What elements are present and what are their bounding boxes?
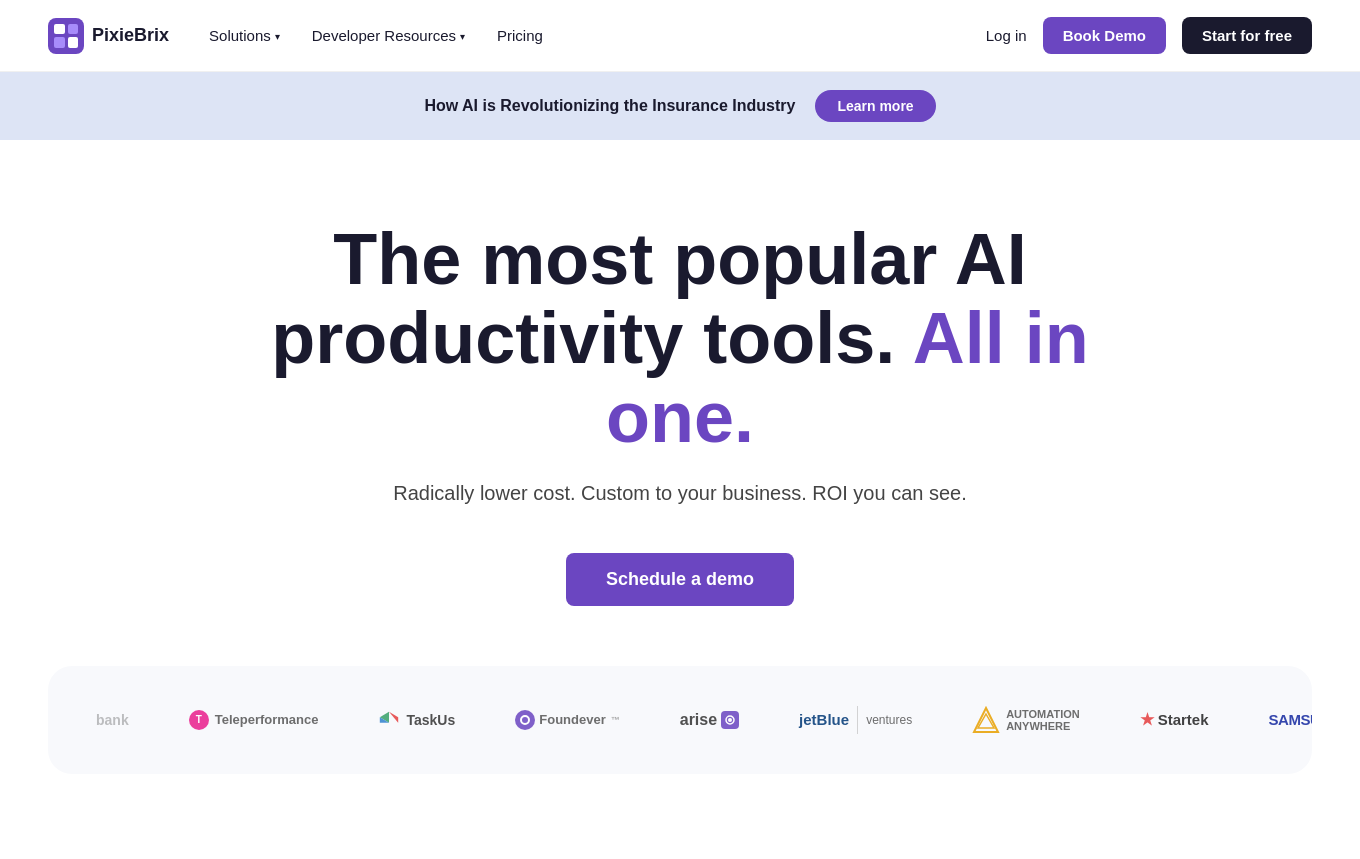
- learn-more-button[interactable]: Learn more: [815, 90, 935, 122]
- list-item: Foundever ™: [515, 710, 619, 730]
- chevron-down-icon: ▾: [275, 31, 280, 42]
- logo-dot-4: [68, 37, 79, 48]
- navbar: PixieBrix Solutions ▾ Developer Resource…: [0, 0, 1360, 72]
- hero-title: The most popular AI productivity tools. …: [230, 220, 1130, 458]
- svg-point-3: [521, 716, 529, 724]
- list-item: TaskUs: [378, 709, 455, 731]
- list-item: T Teleperformance: [189, 710, 319, 730]
- logo-text: PixieBrix: [92, 25, 169, 46]
- list-item: bank: [96, 712, 129, 728]
- logo-dot-2: [68, 24, 79, 35]
- nav-pricing[interactable]: Pricing: [497, 27, 543, 44]
- startek-label: Startek: [1158, 711, 1209, 728]
- svg-point-5: [728, 718, 732, 722]
- book-demo-button[interactable]: Book Demo: [1043, 17, 1166, 54]
- logos-track: bank T Teleperformance TaskUs: [96, 706, 1264, 734]
- chevron-down-icon-2: ▾: [460, 31, 465, 42]
- automation-anywhere-label: AUTOMATIONANYWHERE: [1006, 708, 1080, 732]
- taskus-label: TaskUs: [406, 712, 455, 728]
- logo-dot-3: [54, 37, 65, 48]
- foundever-label: Foundever: [539, 712, 605, 727]
- foundever-icon: [515, 710, 535, 730]
- list-item: arise: [680, 711, 739, 729]
- list-item: ★ Startek: [1140, 710, 1209, 729]
- list-item: AUTOMATIONANYWHERE: [972, 706, 1080, 734]
- login-button[interactable]: Log in: [986, 27, 1027, 44]
- startek-star-icon: ★: [1140, 710, 1154, 729]
- arise-label: arise: [680, 711, 717, 729]
- nav-left: PixieBrix Solutions ▾ Developer Resource…: [48, 18, 543, 54]
- list-item: jetBlue ventures: [799, 706, 912, 734]
- start-free-button[interactable]: Start for free: [1182, 17, 1312, 54]
- jetblue-ventures-label: ventures: [866, 713, 912, 727]
- samsung-label: SAMSUNG: [1269, 711, 1312, 728]
- nav-right: Log in Book Demo Start for free: [986, 17, 1312, 54]
- svg-marker-0: [389, 711, 398, 722]
- nav-developer-resources[interactable]: Developer Resources ▾: [312, 27, 465, 44]
- announcement-banner: How AI is Revolutionizing the Insurance …: [0, 72, 1360, 140]
- logo[interactable]: PixieBrix: [48, 18, 169, 54]
- logo-dot-1: [54, 24, 65, 35]
- nav-solutions[interactable]: Solutions ▾: [209, 27, 280, 44]
- taskus-icon: [378, 709, 400, 731]
- logo-icon: [48, 18, 84, 54]
- arise-icon: [721, 711, 739, 729]
- jetblue-label: jetBlue: [799, 711, 849, 728]
- hero-section: The most popular AI productivity tools. …: [0, 140, 1360, 666]
- logos-section: bank T Teleperformance TaskUs: [48, 666, 1312, 774]
- schedule-demo-button[interactable]: Schedule a demo: [566, 553, 794, 606]
- teleperformance-icon: T: [189, 710, 209, 730]
- teleperformance-label: Teleperformance: [215, 712, 319, 727]
- banner-text: How AI is Revolutionizing the Insurance …: [424, 97, 795, 115]
- list-item: SAMSUNG: [1269, 711, 1312, 728]
- hero-subtitle: Radically lower cost. Custom to your bus…: [393, 482, 967, 505]
- nav-links: Solutions ▾ Developer Resources ▾ Pricin…: [209, 27, 543, 44]
- automation-anywhere-icon: [972, 706, 1000, 734]
